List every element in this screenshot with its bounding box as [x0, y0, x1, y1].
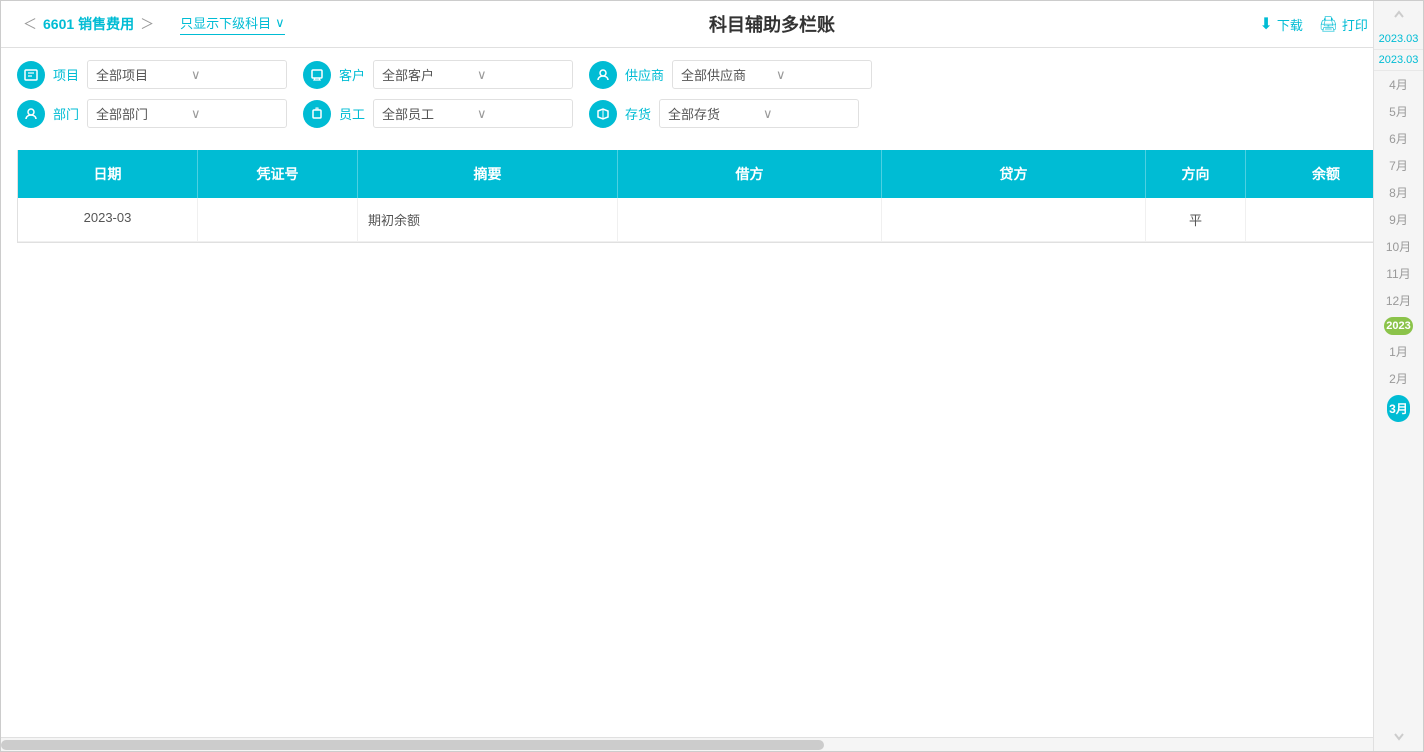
cell-direction: 平 [1146, 198, 1246, 241]
cell-summary: 期初余额 [358, 198, 618, 241]
sidebar-month-10[interactable]: 10月 [1374, 233, 1423, 260]
account-name-value: 销售费用 [78, 14, 134, 34]
sidebar-period-1[interactable]: 2023.03 [1374, 29, 1423, 50]
download-btn[interactable]: ⬇ 下载 [1259, 14, 1302, 34]
show-sub-arrow-icon: ∨ [275, 15, 285, 31]
table-row: 2023-03 期初余额 平 [18, 198, 1406, 242]
page-title: 科目辅助多栏账 [285, 11, 1260, 37]
sidebar-month-4[interactable]: 4月 [1374, 71, 1423, 98]
main-content: 日期 凭证号 摘要 借方 贷方 方向 余额 2023-03 期初余额 平 [1, 150, 1423, 243]
sidebar-month-7[interactable]: 7月 [1374, 152, 1423, 179]
download-label: 下载 [1277, 15, 1303, 34]
sidebar-month-11[interactable]: 11月 [1374, 260, 1423, 287]
download-icon: ⬇ [1259, 14, 1272, 34]
next-account-btn[interactable]: ＞ [134, 12, 160, 36]
department-select[interactable]: 全部部门 ∨ [87, 99, 287, 128]
department-arrow-icon: ∨ [191, 106, 278, 122]
supplier-select[interactable]: 全部供应商 ∨ [672, 60, 872, 89]
filter-row-2: 部门 全部部门 ∨ 员工 全部员工 ∨ [17, 99, 1407, 128]
sidebar-month-8[interactable]: 8月 [1374, 179, 1423, 206]
filter-row-1: 项目 全部项目 ∨ 客户 全部客户 ∨ [17, 60, 1407, 89]
department-label: 部门 [53, 104, 79, 123]
inventory-arrow-icon: ∨ [763, 106, 850, 122]
inventory-select[interactable]: 全部存货 ∨ [659, 99, 859, 128]
scrollbar-thumb[interactable] [1, 740, 824, 750]
employee-icon [303, 100, 331, 128]
project-icon [17, 61, 45, 89]
inventory-icon [589, 100, 617, 128]
employee-label: 员工 [339, 104, 365, 123]
department-icon [17, 100, 45, 128]
department-value: 全部部门 [96, 104, 183, 123]
supplier-label: 供应商 [625, 65, 664, 84]
sidebar-month-12[interactable]: 12月 [1374, 287, 1423, 314]
header: ＜ 6601 销售费用 ＞ 只显示下级科目 ∨ 科目辅助多栏账 ⬇ 下载 🖨 打… [1, 1, 1423, 48]
table-body: 2023-03 期初余额 平 [18, 198, 1406, 242]
customer-value: 全部客户 [382, 65, 469, 84]
filter-item-inventory: 存货 全部存货 ∨ [589, 99, 859, 128]
sidebar-down-btn[interactable] [1374, 723, 1423, 751]
sidebar-year-badge[interactable]: 2023 [1384, 317, 1412, 335]
project-arrow-icon: ∨ [191, 67, 278, 83]
col-summary: 摘要 [358, 150, 618, 198]
filter-item-customer: 客户 全部客户 ∨ [303, 60, 573, 89]
cell-credit [882, 198, 1146, 241]
table-header: 日期 凭证号 摘要 借方 贷方 方向 余额 [18, 150, 1406, 198]
supplier-arrow-icon: ∨ [776, 67, 863, 83]
sidebar-month-3-active[interactable]: 3月 [1387, 395, 1410, 422]
main-window: ＜ 6601 销售费用 ＞ 只显示下级科目 ∨ 科目辅助多栏账 ⬇ 下载 🖨 打… [0, 0, 1424, 752]
employee-value: 全部员工 [382, 104, 469, 123]
print-btn[interactable]: 🖨 打印 [1319, 15, 1368, 34]
filter-area: 项目 全部项目 ∨ 客户 全部客户 ∨ [1, 48, 1423, 150]
customer-select[interactable]: 全部客户 ∨ [373, 60, 573, 89]
col-credit: 贷方 [882, 150, 1146, 198]
sidebar-month-2[interactable]: 2月 [1374, 365, 1423, 392]
project-value: 全部项目 [96, 65, 183, 84]
sidebar-month-1[interactable]: 1月 [1374, 338, 1423, 365]
print-label: 打印 [1342, 15, 1368, 34]
customer-icon [303, 61, 331, 89]
employee-arrow-icon: ∨ [477, 106, 564, 122]
filter-item-department: 部门 全部部门 ∨ [17, 99, 287, 128]
show-sub-label: 只显示下级科目 [180, 13, 271, 32]
inventory-value: 全部存货 [668, 104, 755, 123]
sidebar-month-9[interactable]: 9月 [1374, 206, 1423, 233]
sidebar-up-btn[interactable] [1374, 1, 1423, 29]
account-code: 6601 销售费用 [43, 14, 134, 34]
supplier-value: 全部供应商 [681, 65, 768, 84]
cell-date: 2023-03 [18, 198, 198, 241]
customer-arrow-icon: ∨ [477, 67, 564, 83]
table-container: 日期 凭证号 摘要 借方 贷方 方向 余额 2023-03 期初余额 平 [17, 150, 1407, 243]
sidebar-month-6[interactable]: 6月 [1374, 125, 1423, 152]
col-voucher: 凭证号 [198, 150, 358, 198]
inventory-label: 存货 [625, 104, 651, 123]
print-icon: 🖨 [1319, 15, 1338, 33]
filter-item-project: 项目 全部项目 ∨ [17, 60, 287, 89]
show-sub-toggle[interactable]: 只显示下级科目 ∨ [180, 13, 285, 35]
sidebar-period-2[interactable]: 2023.03 [1374, 50, 1423, 71]
filter-item-supplier: 供应商 全部供应商 ∨ [589, 60, 872, 89]
scrollbar[interactable] [1, 737, 1373, 751]
filter-item-employee: 员工 全部员工 ∨ [303, 99, 573, 128]
account-code-value: 6601 [43, 16, 74, 32]
col-direction: 方向 [1146, 150, 1246, 198]
prev-account-btn[interactable]: ＜ [17, 12, 43, 36]
supplier-icon [589, 61, 617, 89]
project-select[interactable]: 全部项目 ∨ [87, 60, 287, 89]
col-date: 日期 [18, 150, 198, 198]
project-label: 项目 [53, 65, 79, 84]
col-debit: 借方 [618, 150, 882, 198]
sidebar-month-5[interactable]: 5月 [1374, 98, 1423, 125]
right-sidebar: 2023.03 2023.03 4月 5月 6月 7月 8月 9月 10月 11… [1373, 1, 1423, 751]
employee-select[interactable]: 全部员工 ∨ [373, 99, 573, 128]
cell-debit [618, 198, 882, 241]
customer-label: 客户 [339, 65, 365, 84]
cell-voucher [198, 198, 358, 241]
scrollbar-track [1, 738, 1373, 751]
